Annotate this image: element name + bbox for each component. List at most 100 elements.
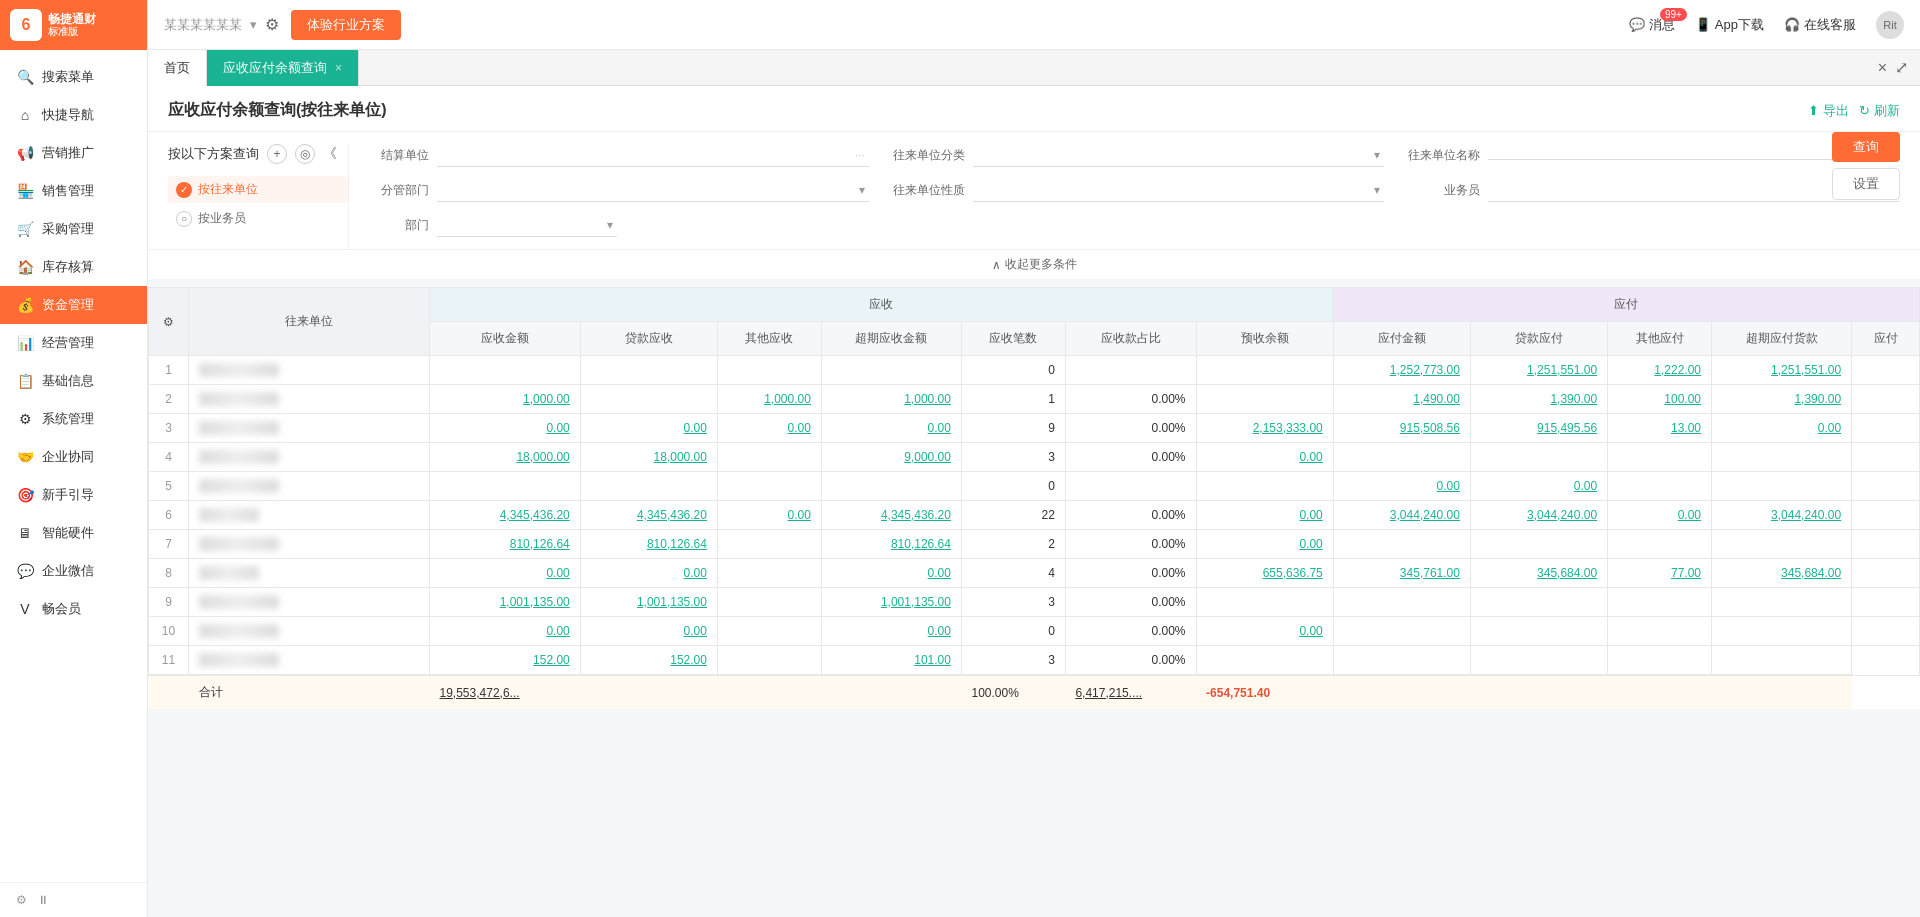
- sidebar-item-wechat[interactable]: 💬 企业微信: [0, 552, 147, 590]
- sidebar-item-guide[interactable]: 🎯 新手引导: [0, 476, 147, 514]
- message-button[interactable]: 💬 消息 99+: [1629, 16, 1675, 34]
- member-icon: V: [16, 600, 34, 618]
- table-body: 1XXXXXXXXXX01,252,773.001,251,551.001,22…: [149, 356, 1920, 676]
- query-button[interactable]: 查询: [1832, 132, 1900, 162]
- footer-ar-ratio: 100.00%: [961, 675, 1065, 709]
- sidebar-item-hardware[interactable]: 🖥 智能硬件: [0, 514, 147, 552]
- sidebar-item-system[interactable]: ⚙ 系统管理: [0, 400, 147, 438]
- col-ap-amount: 应付金额: [1333, 322, 1470, 356]
- table-section: ⚙ 往来单位 应收 应付 应收金额 贷款应收 其他应收 超期应收金额 应收笔数: [148, 287, 1920, 709]
- chevron-left-icon[interactable]: 《: [323, 145, 337, 163]
- message-icon: 💬: [1629, 17, 1645, 32]
- scheme-item-partner[interactable]: ✓ 按往来单位: [168, 176, 348, 203]
- partner-category-field: 往来单位分类 ▾: [885, 144, 1385, 167]
- header-right: 💬 消息 99+ 📱 App下载 🎧 在线客服 Rit: [1629, 11, 1904, 39]
- row-partner: XXXXXXXXXX: [189, 385, 430, 414]
- logo-text: 畅捷通财 标准版: [48, 12, 96, 38]
- row-partner: XXXXXXXXXX: [189, 617, 430, 646]
- system-icon: ⚙: [16, 410, 34, 428]
- sidebar-item-marketing[interactable]: 📢 营销推广: [0, 134, 147, 172]
- footer-label: 合计: [189, 675, 430, 709]
- page-actions: ⬆ 导出 ↻ 刷新: [1808, 102, 1900, 120]
- dept-select[interactable]: ▾: [437, 214, 617, 237]
- partner-category-select[interactable]: ▾: [973, 144, 1385, 167]
- app-download-button[interactable]: 📱 App下载: [1695, 16, 1764, 34]
- table-wrapper[interactable]: ⚙ 往来单位 应收 应付 应收金额 贷款应收 其他应收 超期应收金额 应收笔数: [148, 287, 1920, 709]
- col-ar-loan: 贷款应收: [580, 322, 717, 356]
- fullscreen-button[interactable]: ⤢: [1895, 58, 1908, 77]
- scheme-list: ✓ 按往来单位 ○ 按业务员: [168, 176, 348, 232]
- solution-button[interactable]: 体验行业方案: [291, 10, 401, 40]
- filter-row-3: 部门 ▾: [369, 214, 1900, 237]
- col-gear: ⚙: [149, 288, 189, 356]
- salesperson-field: 业务员 ···: [1400, 179, 1900, 202]
- partner-nature-field: 往来单位性质 ▾: [885, 179, 1385, 202]
- row-partner: ^: [189, 501, 430, 530]
- col-partner: 往来单位: [189, 288, 430, 356]
- table-row: 8p0.000.000.0040.00%655,636.75345,761.00…: [149, 559, 1920, 588]
- add-scheme-button[interactable]: +: [267, 144, 287, 164]
- sidebar-item-inventory[interactable]: 🏠 库存核算: [0, 248, 147, 286]
- table-row: 5XXXXXXXXXX00.000.00: [149, 472, 1920, 501]
- table-row: 4XXXXXXXXXX18,000.0018,000.009,000.0030.…: [149, 443, 1920, 472]
- content-area: 应收应付余额查询(按往来单位) ⬆ 导出 ↻ 刷新 查询 设置: [148, 86, 1920, 917]
- scheme-item-salesperson[interactable]: ○ 按业务员: [168, 205, 348, 232]
- sidebar-item-sales[interactable]: 🏪 销售管理: [0, 172, 147, 210]
- purchase-icon: 🛒: [16, 220, 34, 238]
- guide-icon: 🎯: [16, 486, 34, 504]
- message-badge: 99+: [1660, 8, 1687, 21]
- export-icon: ⬆: [1808, 103, 1819, 118]
- gear-icon[interactable]: ⚙: [163, 315, 174, 329]
- dept-field: 部门 ▾: [369, 214, 617, 237]
- refresh-button[interactable]: ↻ 刷新: [1859, 102, 1900, 120]
- refresh-icon: ↻: [1859, 103, 1870, 118]
- row-num: 2: [149, 385, 189, 414]
- pause-icon[interactable]: ⏸: [37, 893, 49, 907]
- dropdown-icon[interactable]: ▾: [250, 17, 257, 32]
- tab-home[interactable]: 首页: [148, 50, 207, 86]
- branch-dept-label: 分管部门: [369, 182, 429, 199]
- footer-ar-advance[interactable]: 6,417,215....: [1065, 675, 1196, 709]
- partner-name-label: 往来单位名称: [1400, 147, 1480, 164]
- sidebar-item-finance[interactable]: 💰 资金管理: [0, 286, 147, 324]
- footer-ar-total[interactable]: 19,553,472,6...: [430, 675, 581, 709]
- tab-close-icon[interactable]: ×: [335, 61, 342, 75]
- col-ar-group: 应收: [430, 288, 1334, 322]
- partner-name-field: 往来单位名称: [1400, 147, 1900, 164]
- edit-scheme-button[interactable]: ◎: [295, 144, 315, 164]
- col-ar-other: 其他应收: [717, 322, 821, 356]
- filter-action-buttons: 查询 设置: [1832, 132, 1900, 200]
- service-button[interactable]: 🎧 在线客服: [1784, 16, 1856, 34]
- sidebar-item-management[interactable]: 📊 经营管理: [0, 324, 147, 362]
- home-icon: ⌂: [16, 106, 34, 124]
- sidebar-item-search[interactable]: 🔍 搜索菜单: [0, 58, 147, 96]
- table-row: 9XXXXXXXXXX1,001,135.001,001,135.001,001…: [149, 588, 1920, 617]
- sidebar: 6 畅捷通财 标准版 🔍 搜索菜单 ⌂ 快捷导航 📢 营销推广 🏪 销售管理 🛒…: [0, 0, 148, 917]
- dropdown-arrow-icon3: ▾: [1374, 183, 1380, 197]
- settlement-unit-input[interactable]: ···: [437, 144, 869, 167]
- setting-button[interactable]: 设置: [1832, 168, 1900, 200]
- sidebar-item-quick[interactable]: ⌂ 快捷导航: [0, 96, 147, 134]
- user-avatar[interactable]: Rit: [1876, 11, 1904, 39]
- finance-icon: 💰: [16, 296, 34, 314]
- sidebar-item-corp[interactable]: 🤝 企业协同: [0, 438, 147, 476]
- sidebar-item-purchase[interactable]: 🛒 采购管理: [0, 210, 147, 248]
- header-gear-icon[interactable]: ⚙: [265, 15, 279, 34]
- scheme-radio-icon: ○: [176, 211, 192, 227]
- search-icon: 🔍: [16, 68, 34, 86]
- collapse-button[interactable]: ∧ 收起更多条件: [992, 256, 1077, 273]
- dropdown-arrow-icon2: ▾: [859, 183, 865, 197]
- partner-nature-select[interactable]: ▾: [973, 179, 1385, 202]
- col-ar-count: 应收笔数: [961, 322, 1065, 356]
- close-window-button[interactable]: ×: [1878, 59, 1887, 77]
- sidebar-item-basic[interactable]: 📋 基础信息: [0, 362, 147, 400]
- scheme-panel: 按以下方案查询 + ◎ 《 ✓ 按往来单位 ○ 按业务员: [168, 144, 348, 249]
- export-button[interactable]: ⬆ 导出: [1808, 102, 1849, 120]
- sidebar-item-member[interactable]: V 畅会员: [0, 590, 147, 628]
- settlement-unit-label: 结算单位: [369, 147, 429, 164]
- branch-dept-select[interactable]: ▾: [437, 179, 869, 202]
- row-num: 9: [149, 588, 189, 617]
- settings-icon[interactable]: ⚙: [16, 893, 27, 907]
- tab-ar-ap[interactable]: 应收应付余额查询 ×: [207, 50, 359, 86]
- row-num: 8: [149, 559, 189, 588]
